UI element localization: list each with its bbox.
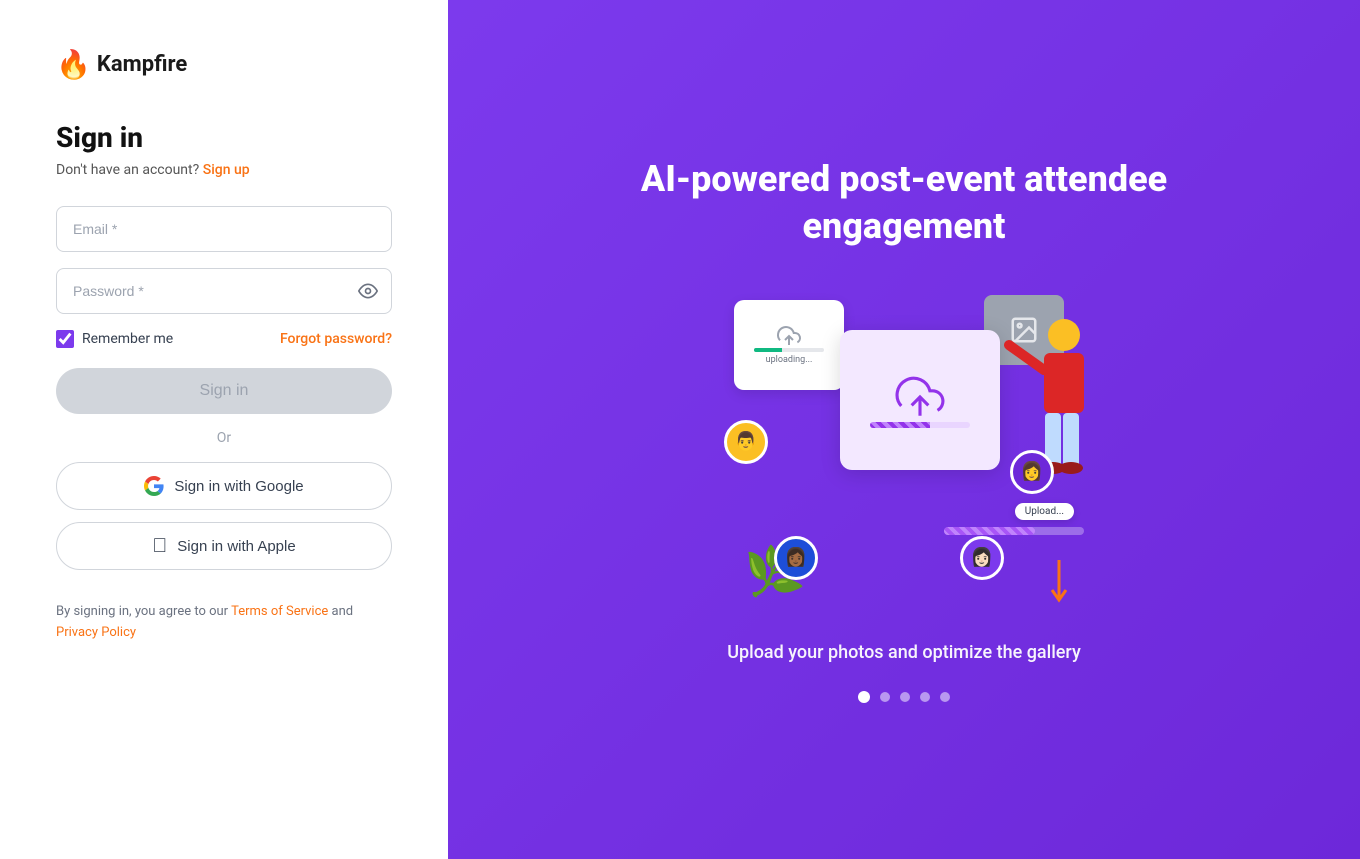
or-divider: Or: [56, 430, 392, 446]
password-toggle-button[interactable]: [358, 281, 378, 301]
remember-checkbox[interactable]: [56, 330, 74, 348]
dot-1[interactable]: [858, 691, 870, 703]
password-group: [56, 268, 392, 314]
remember-row: Remember me Forgot password?: [56, 330, 392, 348]
hero-title: AI-powered post-event attendee engagemen…: [624, 156, 1184, 250]
google-icon: [144, 476, 164, 496]
logo-area: 🔥 Kampfire: [56, 48, 392, 81]
terms-text: By signing in, you agree to our Terms of…: [56, 602, 392, 644]
remember-label[interactable]: Remember me: [82, 331, 173, 347]
signup-link[interactable]: Sign up: [203, 162, 250, 178]
cloud-card: uploading...: [734, 300, 844, 390]
upload-cloud-icon: [895, 372, 945, 422]
arrow-plant-icon: [1044, 560, 1074, 610]
progress-text: uploading...: [766, 355, 813, 365]
password-wrapper: [56, 268, 392, 314]
right-panel: AI-powered post-event attendee engagemen…: [448, 0, 1360, 859]
hero-illustration: uploading...: [714, 290, 1094, 610]
google-btn-label: Sign in with Google: [174, 478, 303, 495]
upload-progress-mini: [754, 348, 824, 352]
upload-bar-inner: [944, 527, 1035, 535]
avatar-bubble-1: 👨: [724, 420, 768, 464]
dot-3[interactable]: [900, 692, 910, 702]
hero-subtitle: Upload your photos and optimize the gall…: [727, 642, 1081, 663]
carousel-dots: [858, 691, 950, 703]
page-title: Sign in: [56, 121, 392, 154]
avatar-bubble-2: 👩: [1010, 450, 1054, 494]
privacy-link[interactable]: Privacy Policy: [56, 625, 136, 640]
upload-progress-fill: [870, 422, 930, 428]
upload-bar-outer: [944, 527, 1084, 535]
email-group: [56, 206, 392, 252]
dot-4[interactable]: [920, 692, 930, 702]
main-upload-card: [840, 330, 1000, 470]
progress-fill: [754, 348, 782, 352]
cloud-upload-icon: [773, 324, 805, 348]
signin-button[interactable]: Sign in: [56, 368, 392, 414]
eye-icon: [358, 281, 378, 301]
remember-left: Remember me: [56, 330, 173, 348]
terms-link[interactable]: Terms of Service: [231, 604, 328, 619]
email-input[interactable]: [56, 206, 392, 252]
apple-icon: : [152, 536, 167, 556]
left-panel: 🔥 Kampfire Sign in Don't have an account…: [0, 0, 448, 859]
forgot-password-link[interactable]: Forgot password?: [280, 331, 392, 347]
password-input[interactable]: [56, 268, 392, 314]
flame-icon: 🔥: [56, 48, 91, 81]
upload-progress-bar: [870, 422, 970, 428]
avatar-bubble-4: 👩🏻: [960, 536, 1004, 580]
avatar-bubble-3: 👩🏾: [774, 536, 818, 580]
signup-prompt: Don't have an account? Sign up: [56, 162, 392, 178]
apple-btn-label: Sign in with Apple: [177, 538, 295, 555]
apple-signin-button[interactable]:  Sign in with Apple: [56, 522, 392, 570]
logo-text: Kampfire: [97, 52, 187, 77]
upload-label: Upload...: [1015, 503, 1074, 520]
google-signin-button[interactable]: Sign in with Google: [56, 462, 392, 510]
illustration-container: uploading...: [714, 290, 1094, 610]
dot-5[interactable]: [940, 692, 950, 702]
dot-2[interactable]: [880, 692, 890, 702]
